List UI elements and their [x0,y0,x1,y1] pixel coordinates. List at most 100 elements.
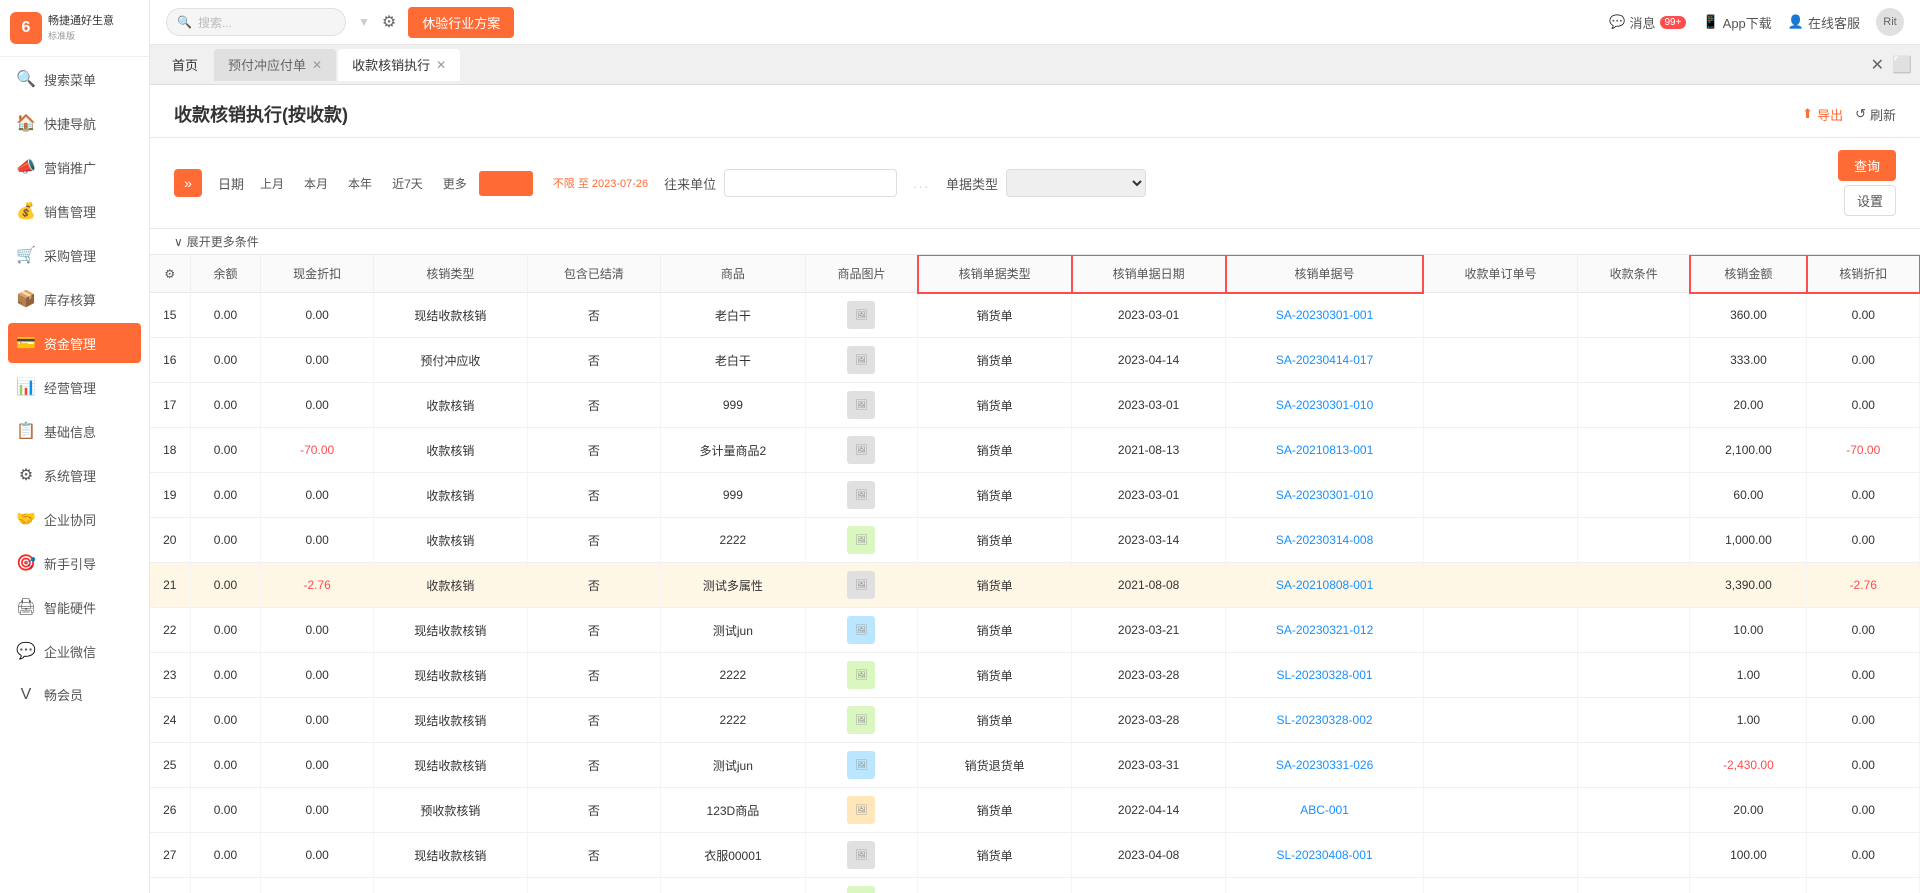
filter-bar: » 日期 上月 本月 本年 近7天 更多 自定义 不限 至 2023-07-26… [150,138,1920,229]
cell-no: 21 [150,563,190,608]
tab-prepay[interactable]: 预付冲应付单 ✕ [214,49,336,81]
cell-voucher-type: 销货退货单 [918,743,1072,788]
sidebar-item-inventory[interactable]: 📦 库存核算 [0,277,149,321]
cell-payment-terms [1577,428,1689,473]
table-row: 20 0.00 0.00 收款核销 否 2222 🖼 销货单 2023-03-1… [150,518,1920,563]
gear-button[interactable]: ⚙ [382,12,396,32]
cell-amount: 3,390.00 [1690,563,1807,608]
chevron-down-icon: ∨ [174,235,183,249]
cell-goods-img: 🖼 [805,653,917,698]
col-voucher-type: 核销单据类型 [918,255,1072,293]
sidebar-item-hardware[interactable]: 🖨 智能硬件 [0,585,149,629]
tab-close-writeoff[interactable]: ✕ [436,58,446,72]
filter-dots: ... [913,176,930,191]
cell-write-off-discount: 0.00 [1807,878,1920,893]
messages-button[interactable]: 💬 消息 99+ [1609,13,1686,32]
custom-date-btn[interactable]: 自定义 [479,171,533,196]
query-button[interactable]: 查询 [1838,150,1896,181]
sidebar-item-finance[interactable]: 💳 资金管理 [8,323,141,363]
cell-write-off-discount: 0.00 [1807,833,1920,878]
cell-no: 26 [150,788,190,833]
cell-amount: 20.00 [1690,788,1807,833]
cell-voucher-no[interactable]: SA-20230301-010 [1226,383,1424,428]
sidebar-item-nav[interactable]: 🏠 快捷导航 [0,101,149,145]
cell-voucher-no[interactable]: SL-20230408-001 [1226,833,1424,878]
close-window-icon[interactable]: ✕ [1871,55,1884,75]
voucher-type-select[interactable] [1006,169,1146,197]
sidebar-item-member[interactable]: V 畅会员 [0,673,149,716]
sidebar-item-purchase[interactable]: 🛒 采购管理 [0,233,149,277]
cell-type: 收款核销 [373,473,527,518]
cell-no: 23 [150,653,190,698]
export-button[interactable]: ⬆ 导出 [1802,105,1843,124]
header-search-bar[interactable]: 🔍 搜索... [166,8,346,36]
cell-write-off-discount: 0.00 [1807,338,1920,383]
tab-bar: 首页 预付冲应付单 ✕ 收款核销执行 ✕ ✕ ⬜ [150,45,1920,85]
last-7-days-btn[interactable]: 近7天 [384,172,431,195]
online-service-button[interactable]: 👤 在线客服 [1788,13,1860,32]
tab-close-prepay[interactable]: ✕ [312,58,322,72]
page-header-actions: ⬆ 导出 ↺ 刷新 [1802,105,1896,124]
cell-voucher-no[interactable]: SA-20230314-008 [1226,518,1424,563]
sidebar-item-marketing[interactable]: 📣 营销推广 [0,145,149,189]
app-download-button[interactable]: 📱 App下载 [1702,13,1771,32]
wechat-icon: 💬 [16,641,36,661]
maximize-window-icon[interactable]: ⬜ [1892,55,1912,75]
last-month-btn[interactable]: 上月 [252,172,292,195]
sidebar-item-search[interactable]: 🔍 搜索菜单 [0,57,149,101]
cell-voucher-no[interactable]: SL-20230418-001 [1226,878,1424,893]
expand-more-button[interactable]: ∨ 展开更多条件 [174,233,259,250]
page-header: 收款核销执行(按收款) ⬆ 导出 ↺ 刷新 [150,85,1920,138]
cell-payment-terms [1577,788,1689,833]
cell-order-no [1423,878,1577,893]
cell-discount: 0.00 [261,743,373,788]
refresh-button[interactable]: ↺ 刷新 [1855,105,1896,124]
sidebar-item-sales[interactable]: 💰 销售管理 [0,189,149,233]
message-badge: 99+ [1660,16,1687,29]
cell-voucher-no[interactable]: SA-20210813-001 [1226,428,1424,473]
tab-writeoff[interactable]: 收款核销执行 ✕ [338,49,460,81]
cell-voucher-type: 销货单 [918,653,1072,698]
solution-button[interactable]: 休验行业方案 [408,7,514,38]
this-month-btn[interactable]: 本月 [296,172,336,195]
table-row: 25 0.00 0.00 现结收款核销 否 测试jun 🖼 销货退货单 2023… [150,743,1920,788]
cell-voucher-no[interactable]: SA-20230331-026 [1226,743,1424,788]
cell-voucher-no[interactable]: SA-20210808-001 [1226,563,1424,608]
cell-voucher-date: 2021-08-08 [1072,563,1226,608]
cell-voucher-no[interactable]: ABC-001 [1226,788,1424,833]
cell-goods: 衣服00001 [661,833,806,878]
filter-expand-button[interactable]: » [174,169,202,197]
cell-goods: 老白干 [661,338,806,383]
cell-voucher-no[interactable]: SL-20230328-001 [1226,653,1424,698]
cell-type: 现结收款核销 [373,608,527,653]
cell-payment-terms [1577,338,1689,383]
cell-voucher-no[interactable]: SL-20230328-002 [1226,698,1424,743]
this-year-btn[interactable]: 本年 [340,172,380,195]
cell-write-off-discount: 0.00 [1807,788,1920,833]
sidebar-item-label: 畅会员 [44,685,83,704]
sidebar-item-system[interactable]: ⚙ 系统管理 [0,453,149,497]
sidebar-item-collab[interactable]: 🤝 企业协同 [0,497,149,541]
cell-voucher-no[interactable]: SA-20230301-010 [1226,473,1424,518]
cell-goods-img: 🖼 [805,473,917,518]
cell-voucher-no[interactable]: SA-20230321-012 [1226,608,1424,653]
cell-order-no [1423,788,1577,833]
partner-input[interactable] [724,169,897,197]
cell-discount: 0.00 [261,473,373,518]
cell-balance: 0.00 [190,878,261,893]
user-avatar[interactable]: Rit [1876,8,1904,36]
search-icon: 🔍 [16,69,36,89]
cell-voucher-no[interactable]: SA-20230414-017 [1226,338,1424,383]
more-dates-btn[interactable]: 更多 [435,172,475,195]
col-settings[interactable]: ⚙ [150,255,190,293]
tab-home[interactable]: 首页 [158,49,212,81]
sidebar-item-management[interactable]: 📊 经营管理 [0,365,149,409]
cell-order-no [1423,833,1577,878]
sidebar-item-basic[interactable]: 📋 基础信息 [0,409,149,453]
cell-voucher-no[interactable]: SA-20230301-001 [1226,293,1424,338]
sidebar-item-guide[interactable]: 🎯 新手引导 [0,541,149,585]
col-type: 核销类型 [373,255,527,293]
table-row: 21 0.00 -2.76 收款核销 否 测试多属性 🖼 销货单 2021-08… [150,563,1920,608]
sidebar-item-wechat[interactable]: 💬 企业微信 [0,629,149,673]
settings-button[interactable]: 设置 [1844,185,1896,216]
